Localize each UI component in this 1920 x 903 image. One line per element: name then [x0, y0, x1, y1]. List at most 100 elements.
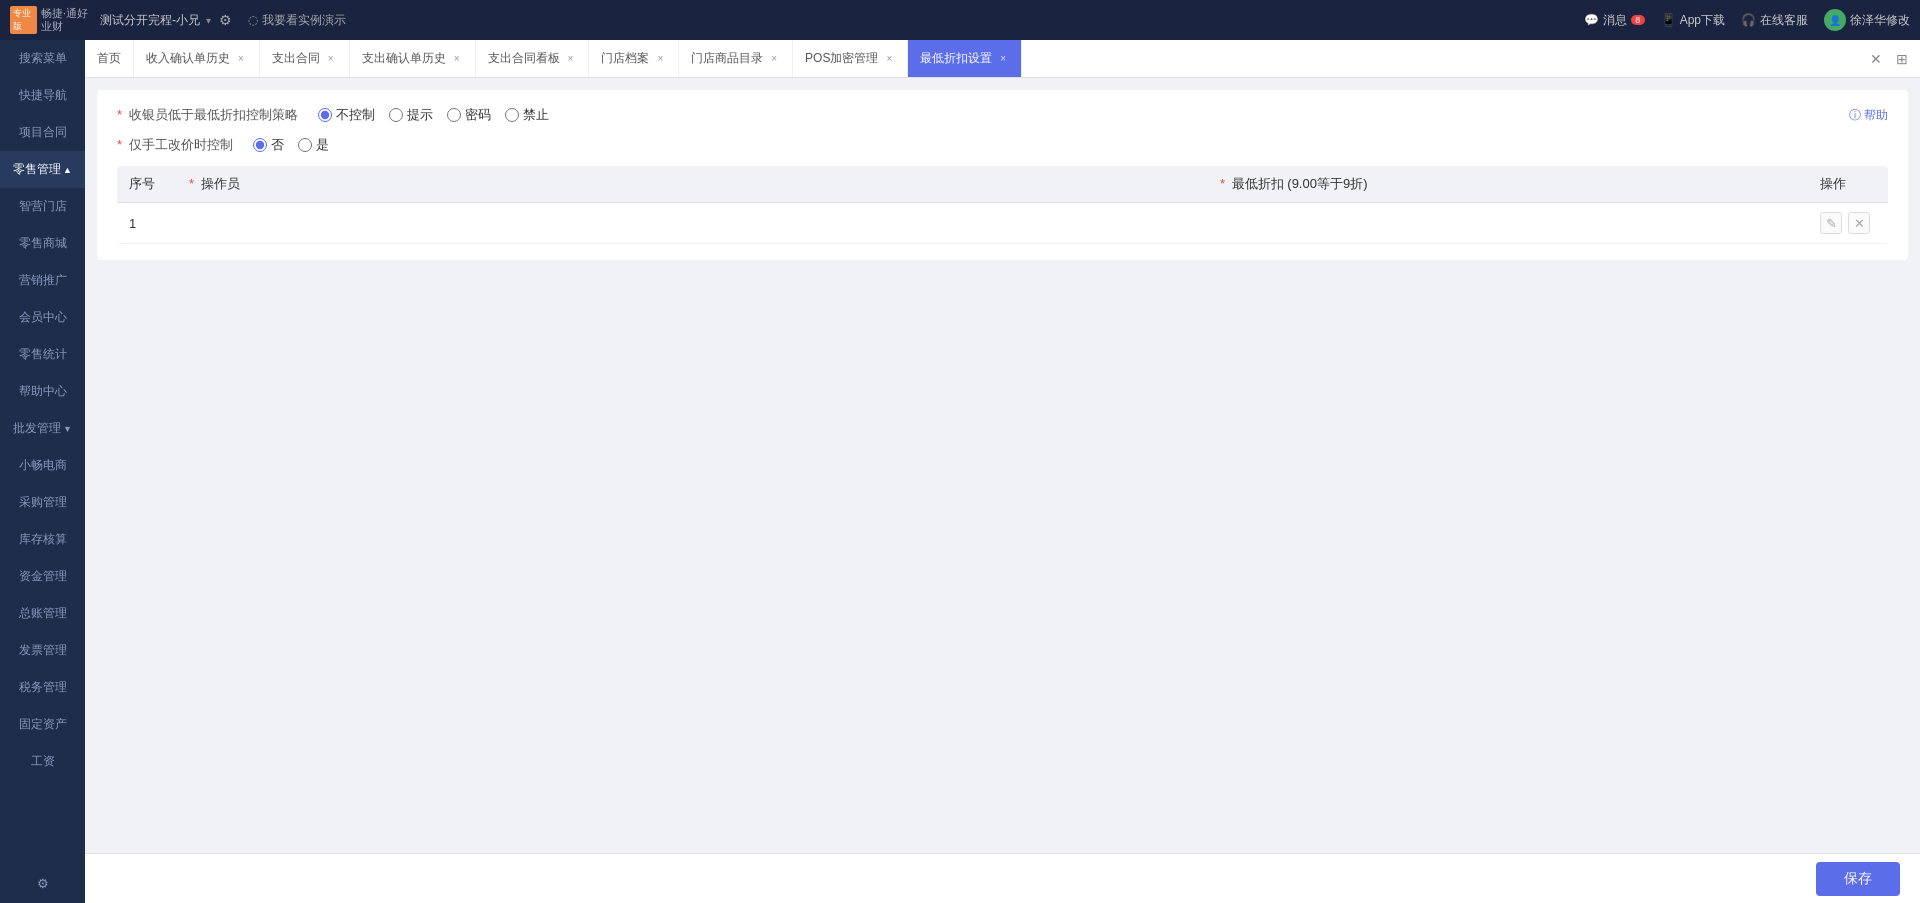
radio-yes-label: 是: [316, 136, 329, 154]
tab-payment-contract[interactable]: 支出合同 ×: [260, 40, 350, 78]
avatar-icon: 👤: [1829, 15, 1841, 26]
sidebar-item-quick-nav[interactable]: 快捷导航: [0, 77, 85, 114]
app-download-label: App下载: [1680, 12, 1725, 29]
sidebar-item-label: 发票管理: [19, 643, 67, 657]
sidebar-item-label: 总账管理: [19, 606, 67, 620]
sidebar-item-purchase-management[interactable]: 采购管理: [0, 484, 85, 521]
user-profile[interactable]: 👤 徐泽华修改: [1824, 9, 1910, 31]
headset-icon: 🎧: [1741, 13, 1756, 27]
tab-expand-icon[interactable]: ⊞: [1892, 49, 1912, 69]
tab-close-icon[interactable]: ×: [451, 52, 463, 65]
tab-label: 支出合同看板: [488, 50, 560, 67]
sidebar-item-label: 库存核算: [19, 532, 67, 546]
sidebar-item-smart-store[interactable]: 智营门店: [0, 188, 85, 225]
radio-yes-input[interactable]: [298, 138, 312, 152]
sidebar-item-retail-management[interactable]: 零售管理 ▲: [0, 151, 85, 188]
radio-disable-label: 禁止: [523, 106, 549, 124]
radio-no-control-input[interactable]: [318, 108, 332, 122]
sidebar-item-member-center[interactable]: 会员中心: [0, 299, 85, 336]
delete-icon[interactable]: ✕: [1848, 212, 1870, 234]
sidebar-item-accounting[interactable]: 总账管理: [0, 595, 85, 632]
sidebar-item-label: 批发管理: [13, 420, 61, 437]
sidebar-item-project-contract[interactable]: 项目合同: [0, 114, 85, 151]
tab-label: 支出确认单历史: [362, 50, 446, 67]
help-label: 帮助: [1864, 107, 1888, 124]
logo-badge: 专业版: [10, 6, 37, 34]
sidebar-item-help-center[interactable]: 帮助中心: [0, 373, 85, 410]
sidebar-item-batch-management[interactable]: 批发管理 ▼: [0, 410, 85, 447]
discount-table-wrapper: 序号 * 操作员 * 最低折扣 (9.00等于9折): [117, 166, 1888, 244]
sidebar-item-search-menu[interactable]: 搜索菜单: [0, 40, 85, 77]
tab-payment-board[interactable]: 支出合同看板 ×: [476, 40, 590, 78]
radio-password-label: 密码: [465, 106, 491, 124]
message-button[interactable]: 💬 消息 8: [1584, 12, 1645, 29]
edit-icon[interactable]: ✎: [1820, 212, 1842, 234]
tab-income-confirm-history[interactable]: 收入确认单历史 ×: [134, 40, 260, 78]
sidebar-item-label: 固定资产: [19, 717, 67, 731]
radio-password[interactable]: 密码: [447, 106, 491, 124]
message-label: 消息: [1603, 12, 1627, 29]
radio-no-input[interactable]: [253, 138, 267, 152]
sidebar-item-invoice[interactable]: 发票管理: [0, 632, 85, 669]
radio-no-label: 否: [271, 136, 284, 154]
tab-payment-confirm-history[interactable]: 支出确认单历史 ×: [350, 40, 476, 78]
sidebar-item-label: 快捷导航: [19, 88, 67, 102]
col-header-operator: * 操作员: [177, 166, 1208, 203]
tab-close-icon[interactable]: ×: [235, 52, 247, 65]
tab-close-icon[interactable]: ×: [565, 52, 577, 65]
tab-home-label: 首页: [97, 50, 121, 67]
sidebar-item-label: 智营门店: [19, 199, 67, 213]
required-star: *: [117, 137, 122, 152]
top-header: 专业版 畅捷·通好业财 测试分开完程-小兄 ▾ ⚙ ◌ 我要看实例演示 💬 消息…: [0, 0, 1920, 40]
tab-min-discount-settings[interactable]: 最低折扣设置 ×: [908, 40, 1022, 78]
save-button[interactable]: 保存: [1816, 862, 1900, 896]
header-right: 💬 消息 8 📱 App下载 🎧 在线客服 👤 徐泽华修改: [1584, 9, 1910, 31]
radio-prompt-input[interactable]: [389, 108, 403, 122]
download-icon: 📱: [1661, 13, 1676, 27]
tab-close-icon[interactable]: ×: [325, 52, 337, 65]
help-button[interactable]: ⓘ 帮助: [1849, 107, 1888, 124]
tab-store-product-catalog[interactable]: 门店商品目录 ×: [679, 40, 793, 78]
radio-disable-input[interactable]: [505, 108, 519, 122]
sidebar-item-retail-stats[interactable]: 零售统计: [0, 336, 85, 373]
settings-icon[interactable]: ⚙: [219, 12, 232, 28]
sidebar-item-tax[interactable]: 税务管理: [0, 669, 85, 706]
tab-close-icon[interactable]: ×: [997, 52, 1009, 65]
sidebar-item-salary[interactable]: 工资: [0, 743, 85, 780]
project-name: 测试分开完程-小兄: [100, 12, 200, 29]
tab-close-icon[interactable]: ×: [883, 52, 895, 65]
radio-yes[interactable]: 是: [298, 136, 329, 154]
tab-store-file[interactable]: 门店档案 ×: [589, 40, 679, 78]
tab-close-icon[interactable]: ×: [768, 52, 780, 65]
sidebar-item-retail-mall[interactable]: 零售商城: [0, 225, 85, 262]
tab-home[interactable]: 首页: [85, 40, 134, 78]
customer-service-button[interactable]: 🎧 在线客服: [1741, 12, 1808, 29]
radio-disable[interactable]: 禁止: [505, 106, 549, 124]
sidebar-item-inventory[interactable]: 库存核算: [0, 521, 85, 558]
discount-control-label: * 收银员低于最低折扣控制策略: [117, 106, 298, 124]
sidebar-item-label: 会员中心: [19, 310, 67, 324]
sidebar-item-funds[interactable]: 资金管理: [0, 558, 85, 595]
tab-close-icon[interactable]: ×: [654, 52, 666, 65]
tab-close-all-icon[interactable]: ✕: [1866, 49, 1886, 69]
action-icons: ✎ ✕: [1820, 212, 1876, 234]
circle-icon: ◌: [248, 13, 258, 27]
sidebar-gear-button[interactable]: ⚙: [0, 864, 85, 903]
sidebar-item-fixed-assets[interactable]: 固定资产: [0, 706, 85, 743]
radio-password-input[interactable]: [447, 108, 461, 122]
radio-prompt[interactable]: 提示: [389, 106, 433, 124]
settings-card: * 收银员低于最低折扣控制策略 不控制 提示: [97, 90, 1908, 260]
sidebar-item-marketing[interactable]: 营销推广: [0, 262, 85, 299]
app-download-button[interactable]: 📱 App下载: [1661, 12, 1725, 29]
header-project[interactable]: 测试分开完程-小兄 ▾: [100, 12, 211, 29]
tab-label: 门店档案: [601, 50, 649, 67]
radio-no-control[interactable]: 不控制: [318, 106, 375, 124]
demo-link[interactable]: ◌ 我要看实例演示: [248, 12, 346, 29]
sidebar-item-ecommerce[interactable]: 小畅电商: [0, 447, 85, 484]
cell-actions: ✎ ✕: [1808, 203, 1888, 244]
discount-control-radio-group: 不控制 提示 密码 禁止: [318, 106, 549, 124]
radio-no[interactable]: 否: [253, 136, 284, 154]
tab-pos-password[interactable]: POS加密管理 ×: [793, 40, 908, 78]
customer-service-label: 在线客服: [1760, 12, 1808, 29]
sidebar-item-label: 项目合同: [19, 125, 67, 139]
